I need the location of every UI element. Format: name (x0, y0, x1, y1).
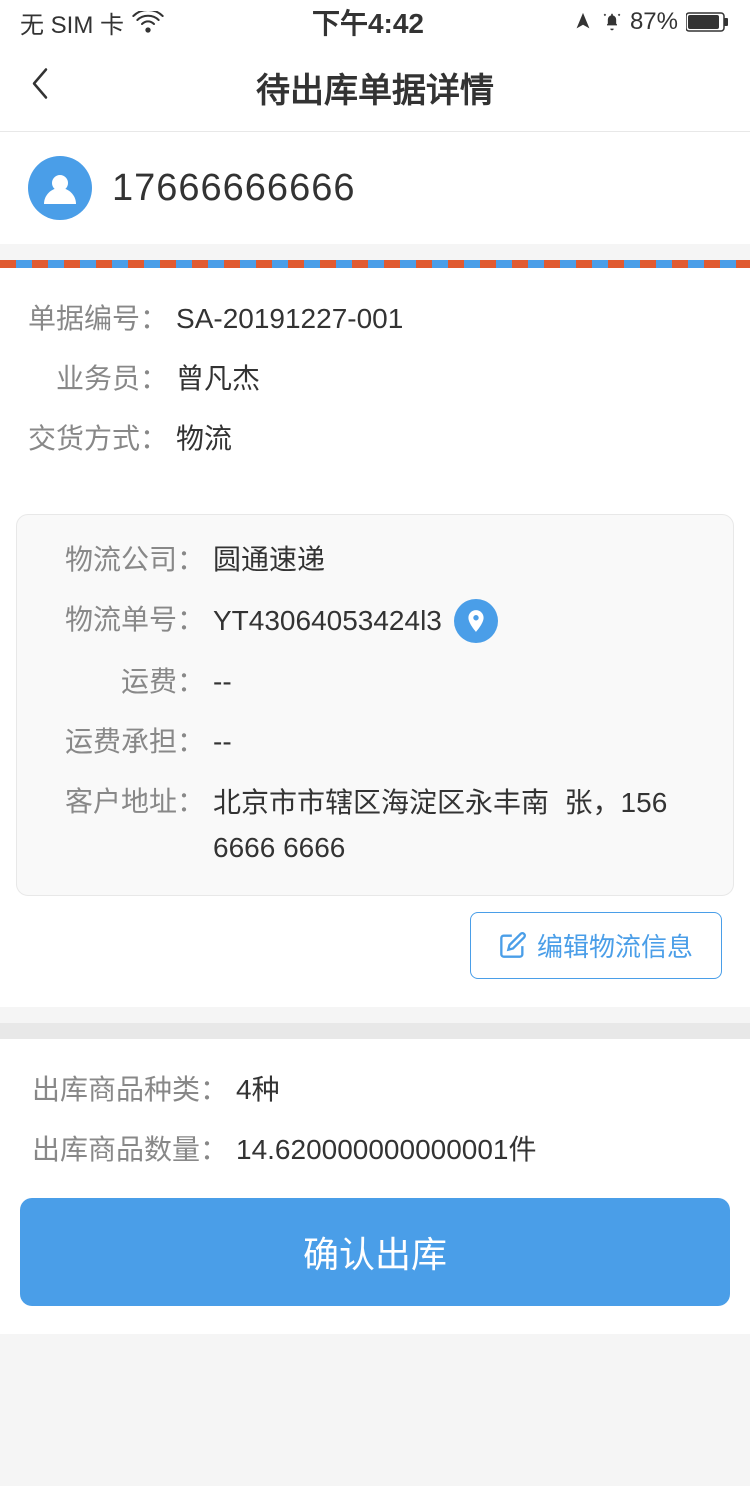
page-title: 待出库单据详情 (256, 63, 494, 112)
salesperson-row: 业务员： 曾凡杰 (28, 358, 722, 400)
freight-bearer-value: -- (213, 721, 705, 763)
edit-icon (499, 931, 527, 959)
address-value: 北京市市辖区海淀区永丰南 张，156 6666 6666 (213, 781, 705, 871)
product-types-value: 4种 (236, 1069, 722, 1111)
section-divider (0, 1023, 750, 1039)
wifi-icon (132, 11, 164, 33)
freight-label: 运费： (45, 661, 205, 703)
logistics-card: 物流公司： 圆通速递 物流单号： YT43064053424l3 运费： -- (16, 514, 734, 896)
dashed-divider (0, 260, 750, 268)
delivery-method-row: 交货方式： 物流 (28, 418, 722, 460)
carrier-text: 无 SIM 卡 (20, 5, 124, 40)
alarm-icon (602, 11, 622, 33)
order-no-row: 单据编号： SA-20191227-001 (28, 298, 722, 340)
order-no-value: SA-20191227-001 (176, 298, 722, 340)
status-left: 无 SIM 卡 (20, 5, 164, 40)
status-right: 87% (572, 8, 730, 36)
customer-phone: 17666666666 (112, 167, 355, 210)
salesperson-label: 业务员： (28, 358, 168, 400)
status-bar: 无 SIM 卡 下午4:42 87% (0, 0, 750, 44)
confirm-button[interactable]: 确认出库 (20, 1198, 730, 1306)
tracking-row: 物流单号： YT43064053424l3 (45, 599, 705, 643)
tracking-label: 物流单号： (45, 599, 205, 641)
freight-bearer-row: 运费承担： -- (45, 721, 705, 763)
product-quantity-value: 14.620000000000001件 (236, 1129, 722, 1171)
battery-text: 87% (630, 8, 678, 36)
status-time: 下午4:42 (312, 2, 424, 42)
battery-icon (686, 11, 730, 33)
freight-value: -- (213, 661, 705, 703)
edit-logistics-button[interactable]: 编辑物流信息 (470, 912, 722, 979)
product-types-label: 出库商品种类： (28, 1069, 228, 1111)
freight-bearer-label: 运费承担： (45, 721, 205, 763)
product-section: 出库商品种类： 4种 出库商品数量： 14.620000000000001件 (0, 1039, 750, 1209)
delivery-method-value: 物流 (176, 418, 722, 460)
salesperson-value: 曾凡杰 (176, 358, 722, 400)
logistics-company-row: 物流公司： 圆通速递 (45, 539, 705, 581)
order-info-section: 单据编号： SA-20191227-001 业务员： 曾凡杰 交货方式： 物流 … (0, 268, 750, 1007)
location-arrow-icon (572, 11, 594, 33)
back-button[interactable] (28, 63, 52, 112)
edit-logistics-label: 编辑物流信息 (537, 927, 693, 964)
tracking-value: YT43064053424l3 (213, 599, 705, 643)
nav-bar: 待出库单据详情 (0, 44, 750, 132)
logistics-company-value: 圆通速递 (213, 539, 705, 581)
address-row: 客户地址： 北京市市辖区海淀区永丰南 张，156 6666 6666 (45, 781, 705, 871)
address-label: 客户地址： (45, 781, 205, 823)
logistics-company-label: 物流公司： (45, 539, 205, 581)
product-quantity-row: 出库商品数量： 14.620000000000001件 (28, 1129, 722, 1171)
avatar (28, 156, 92, 220)
location-button[interactable] (454, 599, 498, 643)
customer-header: 17666666666 (0, 132, 750, 244)
freight-row: 运费： -- (45, 661, 705, 703)
order-no-label: 单据编号： (28, 298, 168, 340)
delivery-method-label: 交货方式： (28, 418, 168, 460)
bottom-area: 确认出库 (0, 1186, 750, 1334)
product-types-row: 出库商品种类： 4种 (28, 1069, 722, 1111)
edit-btn-row: 编辑物流信息 (0, 912, 750, 1007)
product-quantity-label: 出库商品数量： (28, 1129, 228, 1171)
